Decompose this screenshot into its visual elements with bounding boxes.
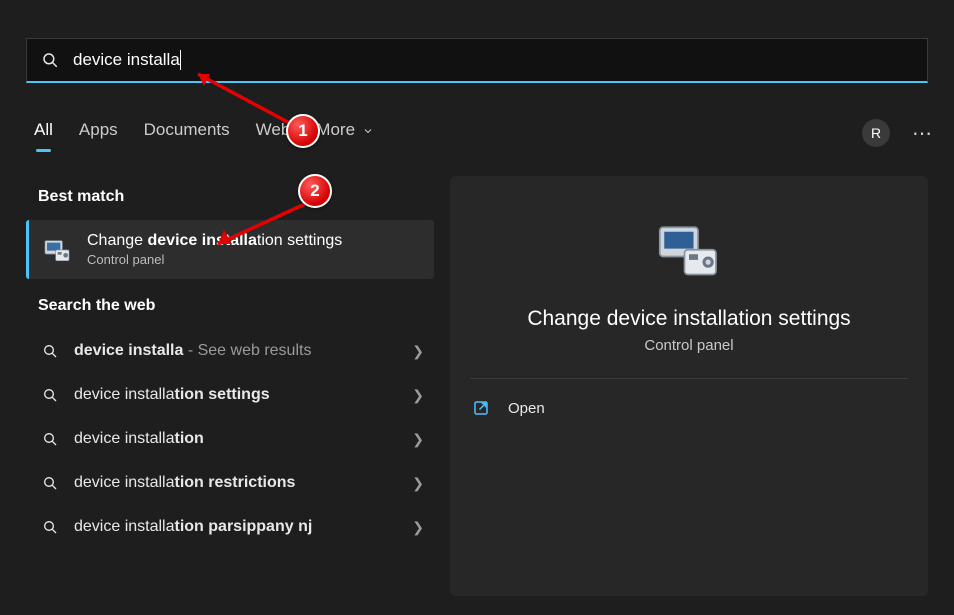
web-result-item[interactable]: device installation parsippany nj ❯ <box>26 505 434 549</box>
web-results-list: device installa - See web results ❯ devi… <box>26 329 434 549</box>
tab-documents[interactable]: Documents <box>144 120 230 146</box>
web-result-label: device installation settings <box>74 386 396 404</box>
preview-title: Change device installation settings <box>450 307 928 331</box>
preview-subtitle: Control panel <box>450 337 928 354</box>
filter-tabs-row: All Apps Documents Web More R ⋯ <box>34 112 934 154</box>
web-result-item[interactable]: device installation restrictions ❯ <box>26 461 434 505</box>
search-icon <box>42 519 58 535</box>
chevron-right-icon: ❯ <box>412 475 424 492</box>
chevron-right-icon: ❯ <box>412 519 424 536</box>
search-icon <box>41 51 59 69</box>
tab-more[interactable]: More <box>316 120 373 146</box>
chevron-down-icon <box>362 125 374 137</box>
web-result-label: device installation parsippany nj <box>74 518 396 536</box>
chevron-right-icon: ❯ <box>412 343 424 360</box>
device-settings-large-icon <box>653 216 725 288</box>
chevron-right-icon: ❯ <box>412 431 424 448</box>
best-match-result[interactable]: Change device installation settings Cont… <box>26 220 434 279</box>
preview-panel: Change device installation settings Cont… <box>450 176 928 596</box>
web-result-label: device installa - See web results <box>74 342 396 360</box>
search-icon <box>42 475 58 491</box>
open-label: Open <box>508 400 545 417</box>
open-external-icon <box>472 399 490 417</box>
web-result-label: device installation restrictions <box>74 474 396 492</box>
search-bar[interactable]: device installa <box>26 38 928 83</box>
web-result-label: device installation <box>74 430 396 448</box>
search-web-heading: Search the web <box>38 297 434 315</box>
user-avatar[interactable]: R <box>862 119 890 147</box>
best-match-heading: Best match <box>38 188 434 206</box>
web-result-item[interactable]: device installa - See web results ❯ <box>26 329 434 373</box>
search-icon <box>42 343 58 359</box>
web-result-item[interactable]: device installation settings ❯ <box>26 373 434 417</box>
device-settings-icon <box>41 234 73 266</box>
search-icon <box>42 387 58 403</box>
best-match-subtitle: Control panel <box>87 252 342 267</box>
results-column: Best match Change device installation se… <box>26 170 434 549</box>
tab-web[interactable]: Web <box>256 120 291 146</box>
tab-apps[interactable]: Apps <box>79 120 118 146</box>
web-result-item[interactable]: device installation ❯ <box>26 417 434 461</box>
search-input[interactable]: device installa <box>73 50 180 70</box>
filter-tabs: All Apps Documents Web More <box>34 120 374 146</box>
tab-all[interactable]: All <box>34 120 53 146</box>
best-match-title: Change device installation settings <box>87 232 342 250</box>
search-icon <box>42 431 58 447</box>
chevron-right-icon: ❯ <box>412 387 424 404</box>
open-action[interactable]: Open <box>462 385 916 431</box>
more-options-button[interactable]: ⋯ <box>912 121 934 146</box>
